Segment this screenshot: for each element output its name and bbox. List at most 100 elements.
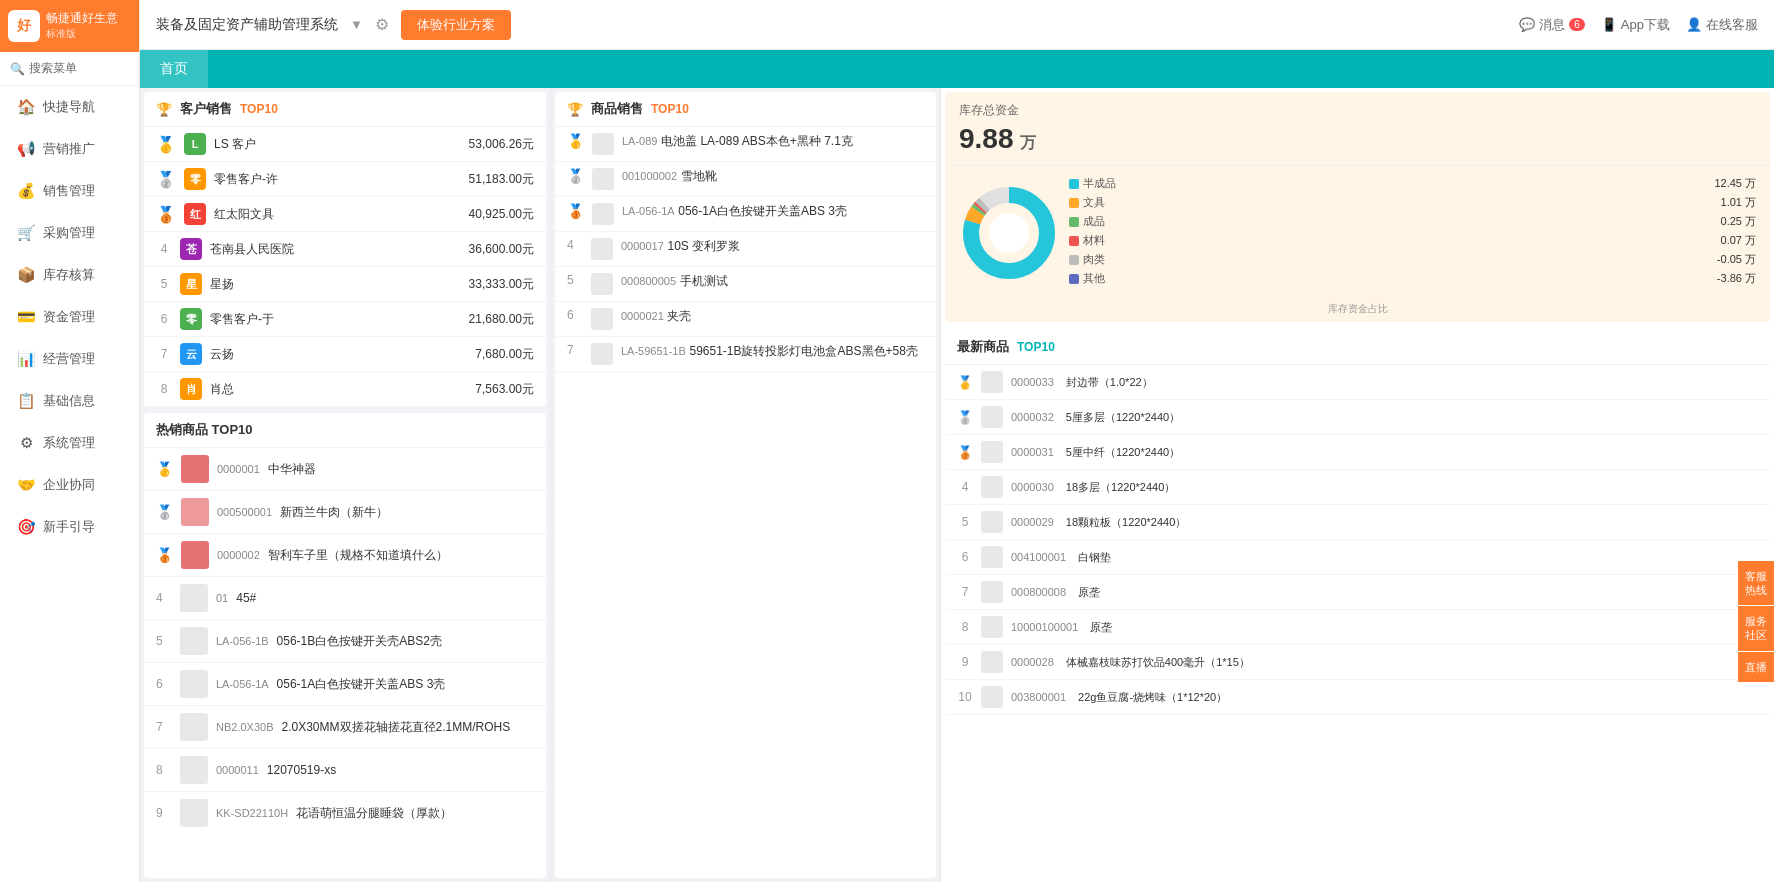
customer-ranking-title: 客户销售 — [180, 100, 232, 118]
legend-dot — [1069, 179, 1079, 189]
online-service-item[interactable]: 👤 在线客服 — [1686, 16, 1758, 34]
rank-row: 🥉 红 红太阳文具 40,925.00元 — [144, 197, 546, 232]
tab-home[interactable]: 首页 — [140, 50, 208, 88]
hot-img — [181, 541, 209, 569]
sidebar-item-qiye[interactable]: 🤝 企业协同 — [0, 464, 139, 506]
trial-button[interactable]: 体验行业方案 — [401, 10, 511, 40]
rank-amount: 7,563.00元 — [475, 381, 534, 398]
rank-badge: 星 — [180, 273, 202, 295]
mid-code: LA-056-1A — [622, 205, 675, 217]
hot-row: 🥈 000500001 新西兰牛肉（新牛） — [144, 491, 546, 534]
legend-row: 半成品 12.45 万 — [1069, 176, 1756, 191]
nav-icon-jichu: 📋 — [17, 392, 35, 410]
mid-medal: 🥇 — [567, 133, 584, 149]
hot-medal: 🥈 — [156, 504, 173, 520]
new-row: 10 003800001 22g鱼豆腐-烧烤味（1*12*20） — [945, 680, 1770, 715]
nav-icon-caigou: 🛒 — [17, 224, 35, 242]
new-img — [981, 686, 1003, 708]
search-menu[interactable]: 🔍 搜索菜单 — [0, 52, 139, 86]
hot-code: 0000011 — [216, 764, 259, 776]
hot-products-list: 🥇 0000001 中华神器 🥈 000500001 新西兰牛肉（新牛） 🥉 0… — [144, 448, 546, 828]
sidebar-item-xitong[interactable]: ⚙ 系统管理 — [0, 422, 139, 464]
legend-row: 其他 -3.86 万 — [1069, 271, 1756, 286]
svg-point-6 — [989, 213, 1029, 253]
hot-code: 01 — [216, 592, 228, 604]
new-rank: 8 — [957, 620, 973, 634]
new-name: 18颗粒板（1220*2440） — [1066, 515, 1758, 530]
float-btn-service[interactable]: 客服 热线 — [1738, 561, 1774, 606]
mid-name: 10S 变利罗浆 — [667, 239, 740, 253]
nav-icon-kucun: 📦 — [17, 266, 35, 284]
sidebar-item-xiaoshou[interactable]: 💰 销售管理 — [0, 170, 139, 212]
rank-name: 星扬 — [210, 276, 461, 293]
sidebar-item-zijin[interactable]: 💳 资金管理 — [0, 296, 139, 338]
mid-name: 056-1A白色按键开关盖ABS 3壳 — [678, 204, 847, 218]
search-icon: 🔍 — [10, 62, 25, 76]
mid-img — [591, 308, 613, 330]
hot-img — [180, 799, 208, 827]
mid-img — [591, 273, 613, 295]
inventory-value-unit: 万 — [1020, 134, 1036, 151]
sidebar-item-xinshou[interactable]: 🎯 新手引导 — [0, 506, 139, 548]
gear-icon[interactable]: ⚙ — [375, 15, 389, 34]
hot-rank: 9 — [156, 806, 172, 820]
mid-row: 6 0000021 夹壳 — [555, 302, 936, 337]
mid-trophy-icon: 🏆 — [567, 102, 583, 117]
dropdown-icon[interactable]: ▼ — [350, 17, 363, 32]
trophy-icon: 🏆 — [156, 102, 172, 117]
hot-row: 🥉 0000002 智利车子里（规格不知道填什么） — [144, 534, 546, 577]
sidebar-item-jichu[interactable]: 📋 基础信息 — [0, 380, 139, 422]
sidebar-item-jingying[interactable]: 📊 经营管理 — [0, 338, 139, 380]
online-service-label: 在线客服 — [1706, 16, 1758, 34]
mid-row: 4 0000017 10S 变利罗浆 — [555, 232, 936, 267]
mid-info: LA-089 电池盖 LA-089 ABS本色+黑种 7.1克 — [622, 133, 924, 150]
hot-row: 6 LA-056-1A 056-1A白色按键开关盖ABS 3壳 — [144, 663, 546, 706]
app-version: 标准版 — [46, 27, 118, 41]
float-btn-community[interactable]: 服务 社区 — [1738, 606, 1774, 651]
new-name: 原垄 — [1090, 620, 1758, 635]
new-products-section: 最新商品 TOP10 🥇 0000033 封边带（1.0*22） 🥈 00000… — [945, 330, 1770, 878]
customer-ranking-header: 🏆 客户销售 TOP10 — [144, 92, 546, 127]
messages-label: 消息 — [1539, 16, 1565, 34]
rank-amount: 21,680.00元 — [469, 311, 534, 328]
new-img — [981, 371, 1003, 393]
rank-row: 7 云 云扬 7,680.00元 — [144, 337, 546, 372]
nav-icon-kuaijie: 🏠 — [17, 98, 35, 116]
mid-products-subtitle: TOP10 — [651, 102, 689, 116]
rank-name: 肖总 — [210, 381, 467, 398]
sidebar-item-yingxiao[interactable]: 📢 营销推广 — [0, 128, 139, 170]
hot-name: 新西兰牛肉（新牛） — [280, 504, 534, 521]
mid-img — [592, 203, 614, 225]
legend-dot — [1069, 274, 1079, 284]
legend-value: -3.86 万 — [1717, 271, 1756, 286]
app-download-item[interactable]: 📱 App下载 — [1601, 16, 1670, 34]
rank-name: 红太阳文具 — [214, 206, 461, 223]
new-row: 7 000800008 原垄 — [945, 575, 1770, 610]
sidebar-item-caigou[interactable]: 🛒 采购管理 — [0, 212, 139, 254]
rank-badge: 肖 — [180, 378, 202, 400]
sidebar-item-kucun[interactable]: 📦 库存核算 — [0, 254, 139, 296]
sidebar-item-kuaijie[interactable]: 🏠 快捷导航 — [0, 86, 139, 128]
hot-name: 中华神器 — [268, 461, 534, 478]
rank-amount: 53,006.26元 — [469, 136, 534, 153]
mid-info: 001000002 雪地靴 — [622, 168, 924, 185]
new-img — [981, 546, 1003, 568]
nav-label-caigou: 采购管理 — [43, 224, 95, 242]
mid-img — [592, 168, 614, 190]
new-code: 0000030 — [1011, 481, 1054, 493]
rank-amount: 51,183.00元 — [469, 171, 534, 188]
mid-info: 0000017 10S 变利罗浆 — [621, 238, 924, 255]
messages-item[interactable]: 💬 消息 6 — [1519, 16, 1585, 34]
donut-legend: 半成品 12.45 万 文具 1.01 万 成品 0.25 万 材料 0.07 … — [1069, 176, 1756, 290]
float-btn-live[interactable]: 直播 — [1738, 652, 1774, 682]
nav-label-kuaijie: 快捷导航 — [43, 98, 95, 116]
inventory-value-number: 9.88 — [959, 123, 1014, 154]
rank-medal: 🥈 — [156, 170, 176, 189]
new-code: 0000031 — [1011, 446, 1054, 458]
rank-row: 🥈 零 零售客户-许 51,183.00元 — [144, 162, 546, 197]
nav-label-xiaoshou: 销售管理 — [43, 182, 95, 200]
mid-name: 59651-1B旋转投影灯电池盒ABS黑色+58壳 — [689, 344, 917, 358]
sidebar-logo: 好 畅捷通好生意 标准版 — [0, 0, 139, 52]
rank-num: 8 — [156, 382, 172, 396]
inventory-section: 库存总资金 9.88 万 — [945, 92, 1770, 322]
